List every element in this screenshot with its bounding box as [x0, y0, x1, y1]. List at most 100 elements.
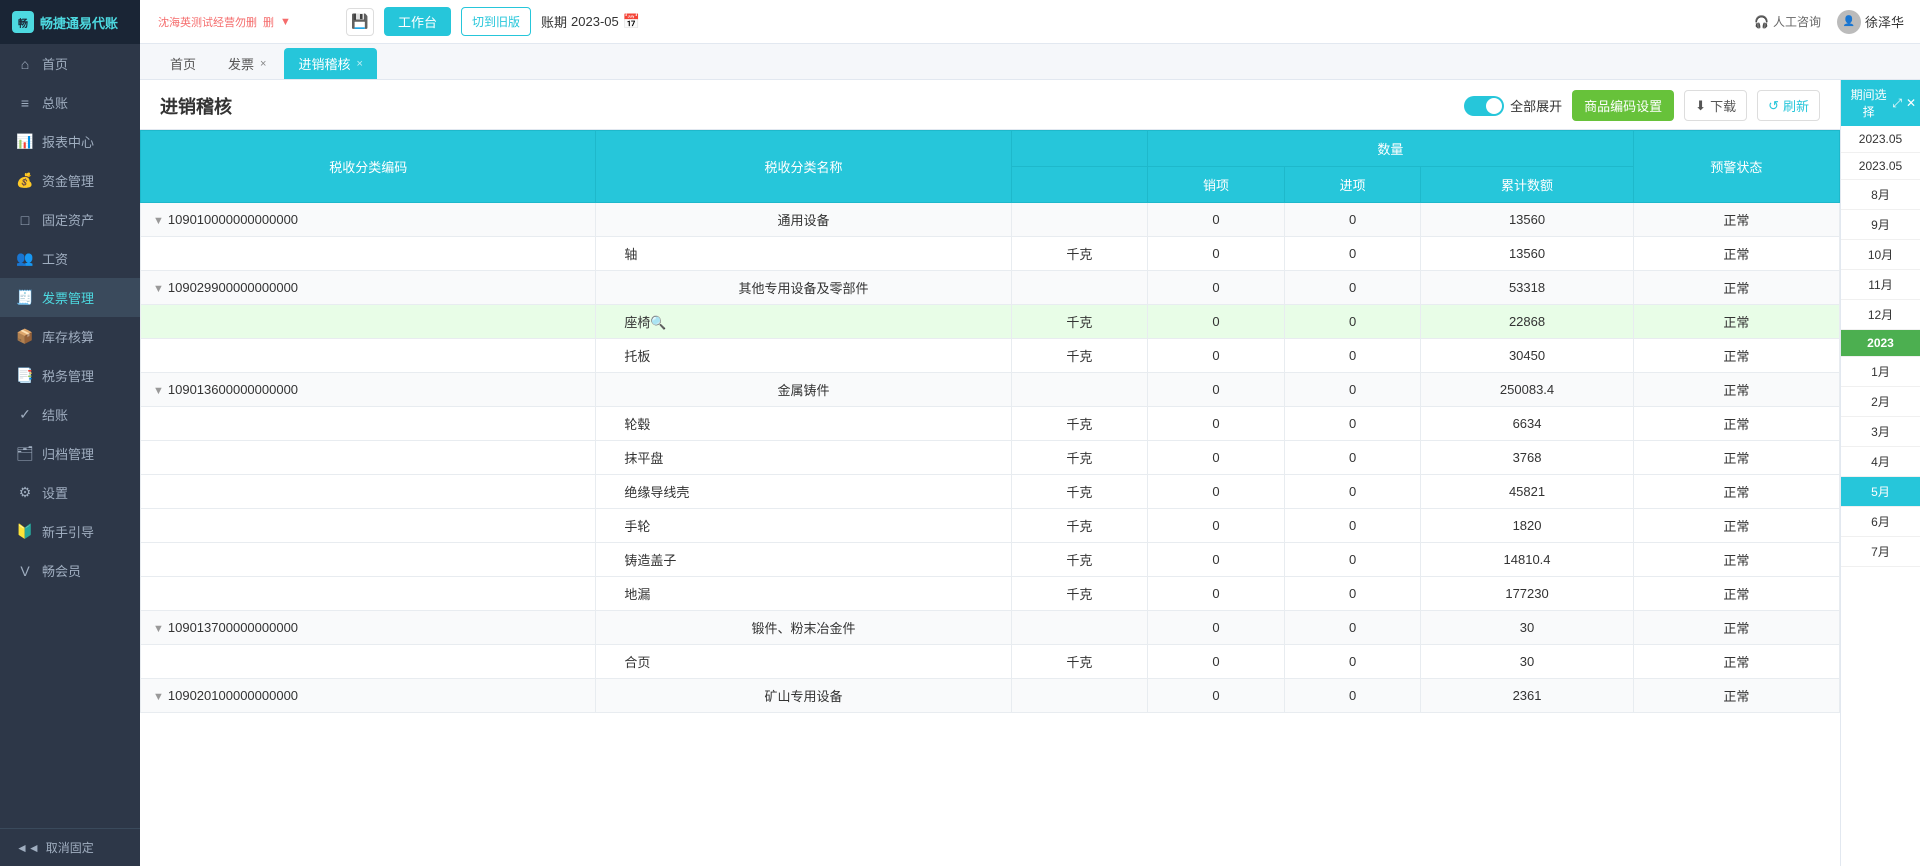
period-item[interactable]: 5月: [1841, 477, 1920, 507]
sidebar: 畅 畅捷通易代账 ⌂ 首页 ≡ 总账 📊 报表中心 💰 资金管理 □ 固定资产 …: [0, 0, 140, 866]
sidebar-item-home[interactable]: ⌂ 首页: [0, 44, 140, 83]
period-item[interactable]: 8月: [1841, 180, 1920, 210]
cell-purchase: 0: [1284, 509, 1421, 543]
membership-icon: V: [16, 563, 34, 579]
cell-total: 53318: [1421, 271, 1633, 305]
topbar-right: 🎧 人工咨询 👤 徐泽华: [1754, 10, 1904, 34]
workbench-button[interactable]: 工作台: [384, 7, 451, 36]
cell-name: 手轮: [596, 509, 1011, 543]
period-item[interactable]: 9月: [1841, 210, 1920, 240]
cell-total: 1820: [1421, 509, 1633, 543]
period-item[interactable]: 2023: [1841, 330, 1920, 357]
period-item[interactable]: 4月: [1841, 447, 1920, 477]
period-item[interactable]: 1月: [1841, 357, 1920, 387]
tab-invoice-close[interactable]: ×: [260, 58, 266, 70]
tab-home[interactable]: 首页: [156, 48, 210, 79]
user-menu[interactable]: 👤 徐泽华: [1837, 10, 1904, 34]
cell-code: [141, 237, 596, 271]
cell-total: 30450: [1421, 339, 1633, 373]
tab-reconcile[interactable]: 进销稽核 ×: [284, 48, 376, 79]
cell-total: 2361: [1421, 679, 1633, 713]
sidebar-item-guide[interactable]: 🔰 新手引导: [0, 512, 140, 551]
page-content: 进销稽核 全部展开 商品编码设置 ⬇ 下载 ↺ 刷新: [140, 80, 1840, 866]
sidebar-item-reports[interactable]: 📊 报表中心: [0, 122, 140, 161]
period-item[interactable]: 11月: [1841, 270, 1920, 300]
tab-home-label: 首页: [170, 54, 196, 73]
sidebar-item-settlement[interactable]: ✓ 结账: [0, 395, 140, 434]
tab-invoice-label: 发票: [228, 54, 254, 73]
period-item[interactable]: 2月: [1841, 387, 1920, 417]
sidebar-item-label: 工资: [42, 249, 68, 268]
search-icon[interactable]: 🔍: [650, 315, 666, 330]
sidebar-item-funds[interactable]: 💰 资金管理: [0, 161, 140, 200]
download-button[interactable]: ⬇ 下载: [1684, 90, 1747, 121]
cell-purchase: 0: [1284, 373, 1421, 407]
company-selector[interactable]: 沈海英测试经营勿删 删 ▼: [156, 14, 336, 30]
refresh-button[interactable]: ↺ 刷新: [1757, 90, 1820, 121]
switch-version-button[interactable]: 切到旧版: [461, 7, 531, 36]
logo-icon: 畅: [12, 11, 34, 33]
sidebar-item-fixed-assets[interactable]: □ 固定资产: [0, 200, 140, 239]
sidebar-item-archive[interactable]: 🗂 归档管理: [0, 434, 140, 473]
cell-purchase: 0: [1284, 339, 1421, 373]
cell-code: ▼109020100000000000: [141, 679, 596, 713]
help-button[interactable]: 🎧 人工咨询: [1754, 13, 1821, 30]
period-item[interactable]: 3月: [1841, 417, 1920, 447]
period-item[interactable]: 12月: [1841, 300, 1920, 330]
period-item[interactable]: 2023.05: [1841, 153, 1920, 180]
tab-reconcile-close[interactable]: ×: [356, 58, 362, 70]
headset-icon: 🎧: [1754, 15, 1769, 29]
sidebar-item-label: 税务管理: [42, 366, 94, 385]
page-actions: 全部展开 商品编码设置 ⬇ 下载 ↺ 刷新: [1464, 90, 1820, 121]
sidebar-item-invoice[interactable]: 🧾 发票管理: [0, 278, 140, 317]
expand-all-toggle[interactable]: 全部展开: [1464, 96, 1562, 116]
side-panel-header: 期间选择 ⤢ ✕: [1841, 80, 1920, 126]
reconcile-table: 税收分类编码 税收分类名称 数量 预警状态 销项 进项 累计数额: [140, 130, 1840, 713]
cell-total: 250083.4: [1421, 373, 1633, 407]
cell-warning: 正常: [1633, 373, 1839, 407]
cell-code: [141, 305, 596, 339]
toggle-switch[interactable]: [1464, 96, 1504, 116]
tab-invoice[interactable]: 发票 ×: [214, 48, 280, 79]
cell-sales: 0: [1148, 339, 1285, 373]
sidebar-item-settings[interactable]: ⚙ 设置: [0, 473, 140, 512]
save-button[interactable]: 💾: [346, 8, 374, 36]
cell-warning: 正常: [1633, 577, 1839, 611]
sidebar-item-label: 归档管理: [42, 444, 94, 463]
period-item[interactable]: 2023.05: [1841, 126, 1920, 153]
cell-total: 45821: [1421, 475, 1633, 509]
side-panel-expand-icon[interactable]: ⤢: [1892, 96, 1902, 111]
sidebar-item-ledger[interactable]: ≡ 总账: [0, 83, 140, 122]
product-code-button[interactable]: 商品编码设置: [1572, 90, 1674, 121]
cell-unit: [1011, 271, 1148, 305]
period-item[interactable]: 7月: [1841, 537, 1920, 567]
side-panel-close-icon[interactable]: ✕: [1906, 96, 1916, 111]
period-item[interactable]: 10月: [1841, 240, 1920, 270]
period-item[interactable]: 6月: [1841, 507, 1920, 537]
period-selector: 账期 2023-05 📅: [541, 12, 640, 31]
page-title: 进销稽核: [160, 93, 232, 119]
cell-name: 矿山专用设备: [596, 679, 1011, 713]
cell-warning: 正常: [1633, 475, 1839, 509]
sidebar-item-membership[interactable]: V 畅会员: [0, 551, 140, 590]
company-dropdown-icon: ▼: [280, 16, 291, 28]
cell-code: ▼109029900000000000: [141, 271, 596, 305]
sidebar-item-label: 固定资产: [42, 210, 94, 229]
content-area: 进销稽核 全部展开 商品编码设置 ⬇ 下载 ↺ 刷新: [140, 80, 1920, 866]
delete-mark: 删: [263, 14, 274, 30]
sidebar-item-tax[interactable]: 📑 税务管理: [0, 356, 140, 395]
cell-sales: 0: [1148, 203, 1285, 237]
unpin-label: 取消固定: [46, 839, 94, 856]
download-label: 下载: [1710, 96, 1736, 115]
cell-warning: 正常: [1633, 407, 1839, 441]
calendar-icon[interactable]: 📅: [623, 13, 640, 30]
sidebar-item-payroll[interactable]: 👥 工资: [0, 239, 140, 278]
cell-code: [141, 441, 596, 475]
cell-code: [141, 475, 596, 509]
cell-name: 地漏: [596, 577, 1011, 611]
refresh-label: 刷新: [1783, 96, 1809, 115]
help-label: 人工咨询: [1773, 13, 1821, 30]
sidebar-footer-unpin[interactable]: ◄◄ 取消固定: [0, 828, 140, 866]
sidebar-item-inventory[interactable]: 📦 库存核算: [0, 317, 140, 356]
cell-name: 铸造盖子: [596, 543, 1011, 577]
